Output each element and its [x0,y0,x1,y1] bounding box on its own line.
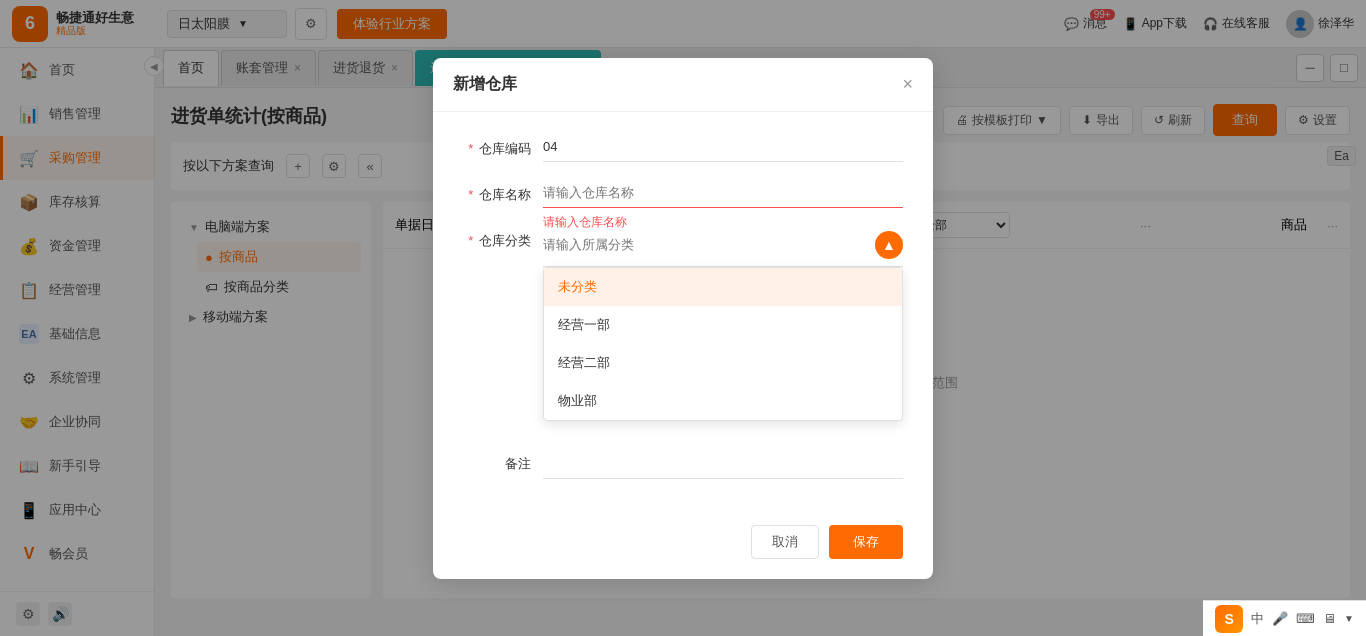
category-input[interactable] [543,237,875,252]
warehouse-code-label: * 仓库编码 [463,132,543,158]
save-button[interactable]: 保存 [829,525,903,559]
modal-overlay: 新增仓库 × * 仓库编码 * 仓库名称 [0,0,1366,636]
category-dropdown-list: 未分类 经营一部 经营二部 物业部 [543,267,903,421]
remark-label: 备注 [463,447,543,473]
cancel-button[interactable]: 取消 [751,525,819,559]
warehouse-name-label: * 仓库名称 [463,178,543,204]
modal-header: 新增仓库 × [433,58,933,112]
required-star-name: * [468,187,473,202]
bottom-keyboard-icon: ⌨ [1296,611,1315,626]
remark-input[interactable] [543,447,903,479]
modal-body: * 仓库编码 * 仓库名称 请输入仓库名称 * [433,112,933,515]
warehouse-code-input[interactable] [543,132,903,162]
dropdown-toggle-button[interactable]: ▲ [875,231,903,259]
required-star-code: * [468,141,473,156]
dropdown-option-dept2[interactable]: 经营二部 [544,344,902,382]
dropdown-option-property[interactable]: 物业部 [544,382,902,420]
category-field-wrapper: ▲ 未分类 经营一部 经营二部 物业部 [543,224,903,267]
warehouse-name-row: * 仓库名称 请输入仓库名称 [463,178,903,208]
bottom-monitor-icon: 🖥 [1323,611,1336,626]
dropdown-option-dept1[interactable]: 经营一部 [544,306,902,344]
remark-row: 备注 [463,447,903,479]
warehouse-name-input[interactable] [543,178,903,208]
add-warehouse-modal: 新增仓库 × * 仓库编码 * 仓库名称 [433,58,933,579]
bottom-zh-icon: 中 [1251,610,1264,628]
modal-footer: 取消 保存 [433,515,933,559]
warehouse-category-row: * 仓库分类 ▲ 未分类 经营一部 经营二部 物业部 [463,224,903,267]
warehouse-code-row: * 仓库编码 [463,132,903,162]
modal-title: 新增仓库 [453,74,517,95]
bottom-bar: S 中 🎤 ⌨ 🖥 ▼ [1203,600,1366,636]
dropdown-option-uncategorized[interactable]: 未分类 [544,268,902,306]
s-logo: S [1215,605,1243,633]
modal-close-button[interactable]: × [902,75,913,93]
bottom-arrow-icon: ▼ [1344,613,1354,624]
category-dropdown-trigger[interactable]: ▲ [543,224,903,267]
warehouse-category-label: * 仓库分类 [463,224,543,250]
required-star-category: * [468,233,473,248]
bottom-mic-icon: 🎤 [1272,611,1288,626]
